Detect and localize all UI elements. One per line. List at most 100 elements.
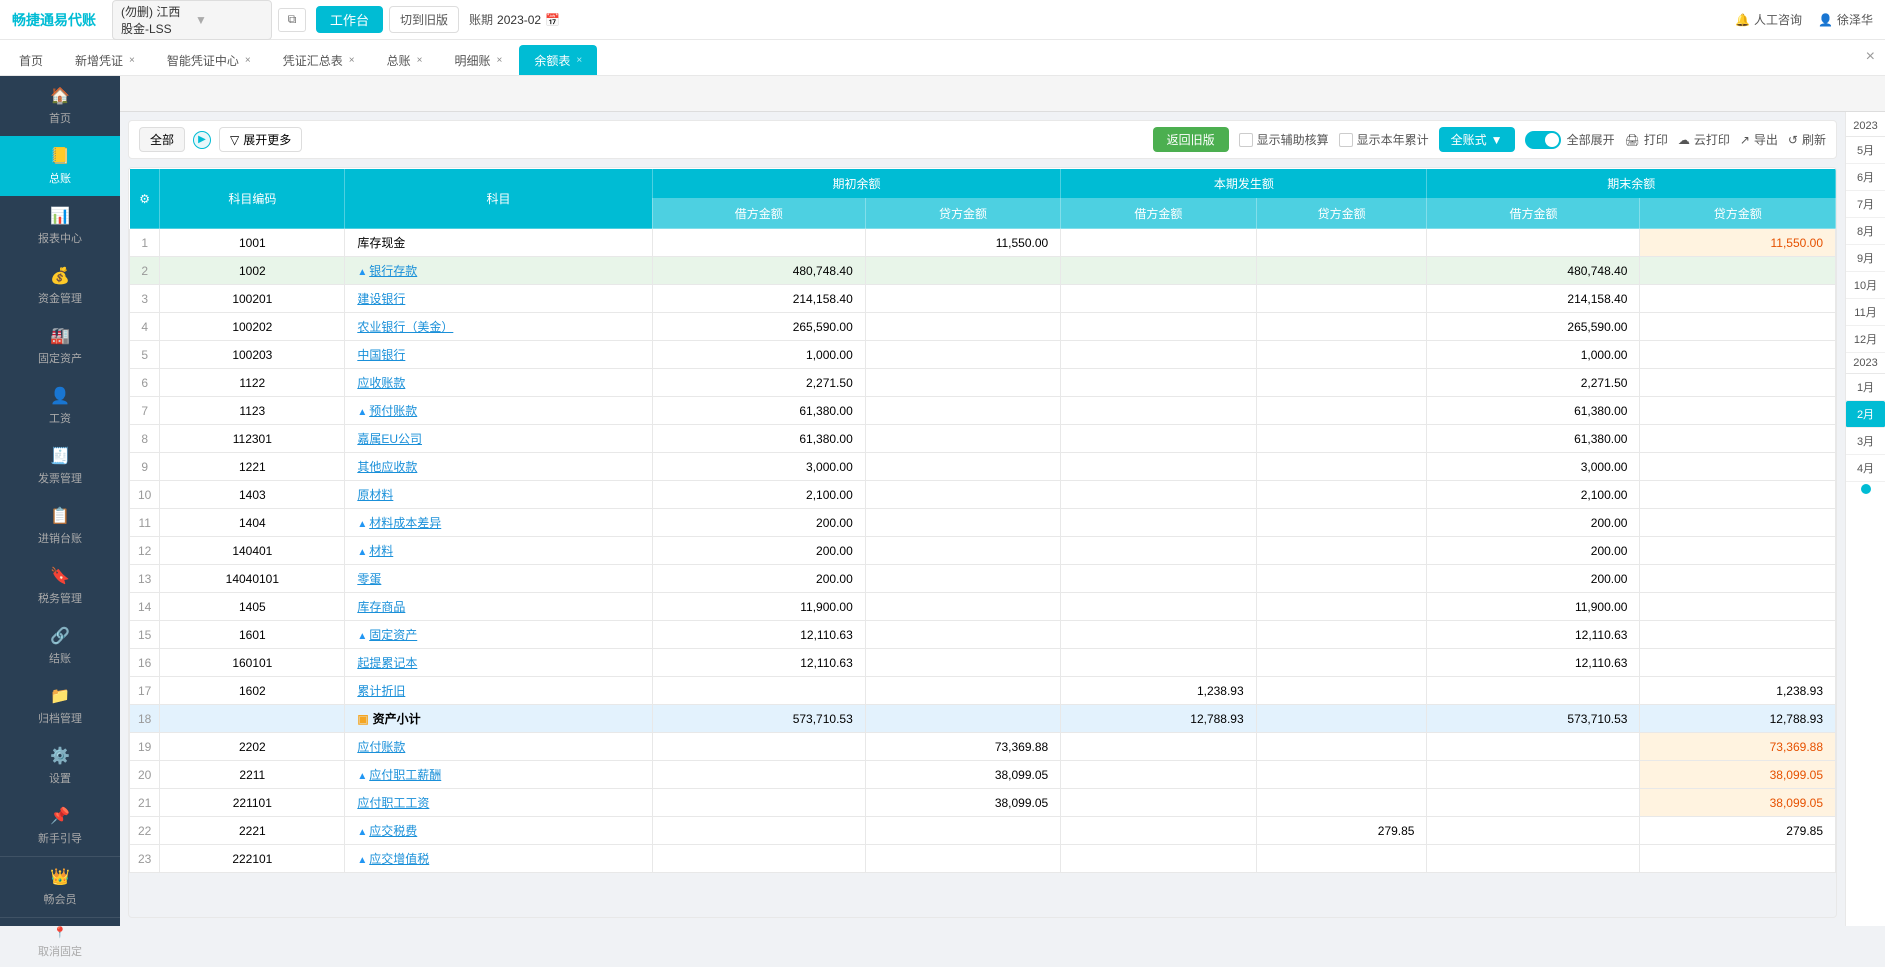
row-no: 8	[130, 425, 160, 453]
sidebar-item-archive[interactable]: 📁 归档管理	[0, 676, 120, 736]
tab-general-ledger-close[interactable]: ×	[417, 55, 423, 66]
right-panel-5[interactable]: 5月	[1846, 137, 1885, 164]
end-credit	[1640, 257, 1836, 285]
row-name[interactable]: 应收账款	[345, 369, 652, 397]
period-calendar-icon[interactable]: 📅	[545, 13, 560, 27]
right-panel-11[interactable]: 11月	[1846, 299, 1885, 326]
close-all-tabs-button[interactable]: ×	[1866, 48, 1875, 66]
row-name[interactable]: 嘉属EU公司	[345, 425, 652, 453]
row-name[interactable]: 应付职工工资	[345, 789, 652, 817]
row-name[interactable]: ▲预付账款	[345, 397, 652, 425]
right-panel-dot[interactable]	[1861, 484, 1871, 494]
user-button[interactable]: 👤 徐泽华	[1818, 11, 1873, 28]
sidebar-item-settings[interactable]: ⚙️ 设置	[0, 736, 120, 796]
filter-arrow-button[interactable]: ▶	[193, 131, 211, 149]
open-debit	[652, 677, 865, 705]
right-panel-10[interactable]: 10月	[1846, 272, 1885, 299]
sidebar-item-payroll[interactable]: 👤 工资	[0, 376, 120, 436]
tab-voucher-summary[interactable]: 凭证汇总表 ×	[268, 45, 370, 75]
row-name[interactable]: 累计折旧	[345, 677, 652, 705]
row-name[interactable]: 库存商品	[345, 593, 652, 621]
tab-general-ledger[interactable]: 总账 ×	[372, 45, 438, 75]
right-panel-4[interactable]: 4月	[1846, 455, 1885, 482]
sidebar-item-guide[interactable]: 📌 新手引导	[0, 796, 120, 856]
row-name[interactable]: 应付账款	[345, 733, 652, 761]
right-panel-7[interactable]: 7月	[1846, 191, 1885, 218]
tab-new-voucher-close[interactable]: ×	[129, 55, 135, 66]
sidebar-item-member[interactable]: 👑 畅会员	[0, 856, 120, 917]
expand-all-toggle[interactable]: 全部展开	[1525, 131, 1615, 149]
row-name[interactable]: ▲银行存款	[345, 257, 652, 285]
tab-detail-ledger[interactable]: 明细账 ×	[439, 45, 517, 75]
tab-detail-ledger-close[interactable]: ×	[496, 55, 502, 66]
cur-debit	[1061, 229, 1256, 257]
show-ytd-checkbox[interactable]: 显示本年累计	[1339, 131, 1429, 148]
row-name[interactable]: ▲应交税费	[345, 817, 652, 845]
company-selector[interactable]: (勿删) 江西股金-LSS ▼	[112, 0, 272, 40]
cur-credit	[1256, 705, 1427, 733]
sidebar-item-fixed-assets[interactable]: 🏭 固定资产	[0, 316, 120, 376]
tab-smart-voucher[interactable]: 智能凭证中心 ×	[152, 45, 266, 75]
row-name[interactable]: ▲材料成本差异	[345, 509, 652, 537]
row-name[interactable]: ▲固定资产	[345, 621, 652, 649]
right-panel-6[interactable]: 6月	[1846, 164, 1885, 191]
oldver-button[interactable]: 切到旧版	[389, 6, 459, 33]
cur-credit	[1256, 425, 1427, 453]
sidebar-item-closing[interactable]: 🔗 结账	[0, 616, 120, 676]
consult-button[interactable]: 🔔 人工咨询	[1735, 11, 1802, 28]
export-button[interactable]: ↗ 导出	[1740, 131, 1778, 148]
open-debit: 200.00	[652, 537, 865, 565]
print-button[interactable]: 🖨 打印	[1625, 131, 1668, 148]
toggle-switch[interactable]	[1525, 131, 1561, 149]
row-name[interactable]: 零蛋	[345, 565, 652, 593]
open-debit: 11,900.00	[652, 593, 865, 621]
open-credit	[865, 257, 1060, 285]
right-panel-1[interactable]: 1月	[1846, 374, 1885, 401]
filter-all-button[interactable]: 全部	[139, 127, 185, 152]
right-panel-2-active[interactable]: 2月	[1846, 401, 1885, 428]
cloud-print-button[interactable]: ☁ 云打印	[1678, 131, 1730, 148]
row-code: 1404	[160, 509, 345, 537]
show-aux-checkbox[interactable]: 显示辅助核算	[1239, 131, 1329, 148]
copy-button[interactable]: ⧉	[278, 8, 306, 32]
sidebar-pin-toggle[interactable]: 📍 取消固定	[0, 917, 120, 967]
sidebar-ledger-label: 总账	[49, 170, 71, 186]
workbench-button[interactable]: 工作台	[316, 6, 383, 33]
sidebar-item-ledger[interactable]: 📒 总账	[0, 136, 120, 196]
full-style-button[interactable]: 全账式 ▼	[1439, 127, 1515, 152]
expand-more-label: 展开更多	[243, 131, 291, 148]
tab-smart-voucher-close[interactable]: ×	[245, 55, 251, 66]
sidebar-item-funds[interactable]: 💰 资金管理	[0, 256, 120, 316]
expand-more-button[interactable]: ▽ 展开更多	[219, 127, 302, 152]
right-panel-3[interactable]: 3月	[1846, 428, 1885, 455]
right-panel-8[interactable]: 8月	[1846, 218, 1885, 245]
sidebar-item-home[interactable]: 🏠 首页	[0, 76, 120, 136]
tab-balance-close[interactable]: ×	[576, 55, 582, 66]
tab-home[interactable]: 首页	[4, 45, 58, 75]
tab-new-voucher[interactable]: 新增凭证 ×	[60, 45, 150, 75]
row-name[interactable]: 原材料	[345, 481, 652, 509]
right-panel-9[interactable]: 9月	[1846, 245, 1885, 272]
row-name[interactable]: ▲应交增值税	[345, 845, 652, 873]
tab-balance[interactable]: 余额表 ×	[519, 45, 597, 75]
tab-voucher-summary-close[interactable]: ×	[349, 55, 355, 66]
end-debit: 200.00	[1427, 565, 1640, 593]
row-name[interactable]: ▲应付职工薪酬	[345, 761, 652, 789]
row-name[interactable]: 中国银行	[345, 341, 652, 369]
row-name[interactable]: 农业银行（美金）	[345, 313, 652, 341]
sidebar-item-reports[interactable]: 📊 报表中心	[0, 196, 120, 256]
end-debit	[1427, 677, 1640, 705]
home-icon: 🏠	[50, 86, 70, 106]
sidebar-item-invoice[interactable]: 🧾 发票管理	[0, 436, 120, 496]
open-debit	[652, 229, 865, 257]
sidebar-item-tax[interactable]: 🔖 税务管理	[0, 556, 120, 616]
refresh-button[interactable]: ↺ 刷新	[1788, 131, 1826, 148]
row-name[interactable]: ▲材料	[345, 537, 652, 565]
right-panel-12[interactable]: 12月	[1846, 326, 1885, 353]
row-name[interactable]: 起提累记本	[345, 649, 652, 677]
row-name[interactable]: 建设银行	[345, 285, 652, 313]
open-credit	[865, 369, 1060, 397]
sidebar-item-purchase-sales[interactable]: 📋 进销台账	[0, 496, 120, 556]
row-name[interactable]: 其他应收款	[345, 453, 652, 481]
return-old-button[interactable]: 返回旧版	[1153, 127, 1229, 152]
